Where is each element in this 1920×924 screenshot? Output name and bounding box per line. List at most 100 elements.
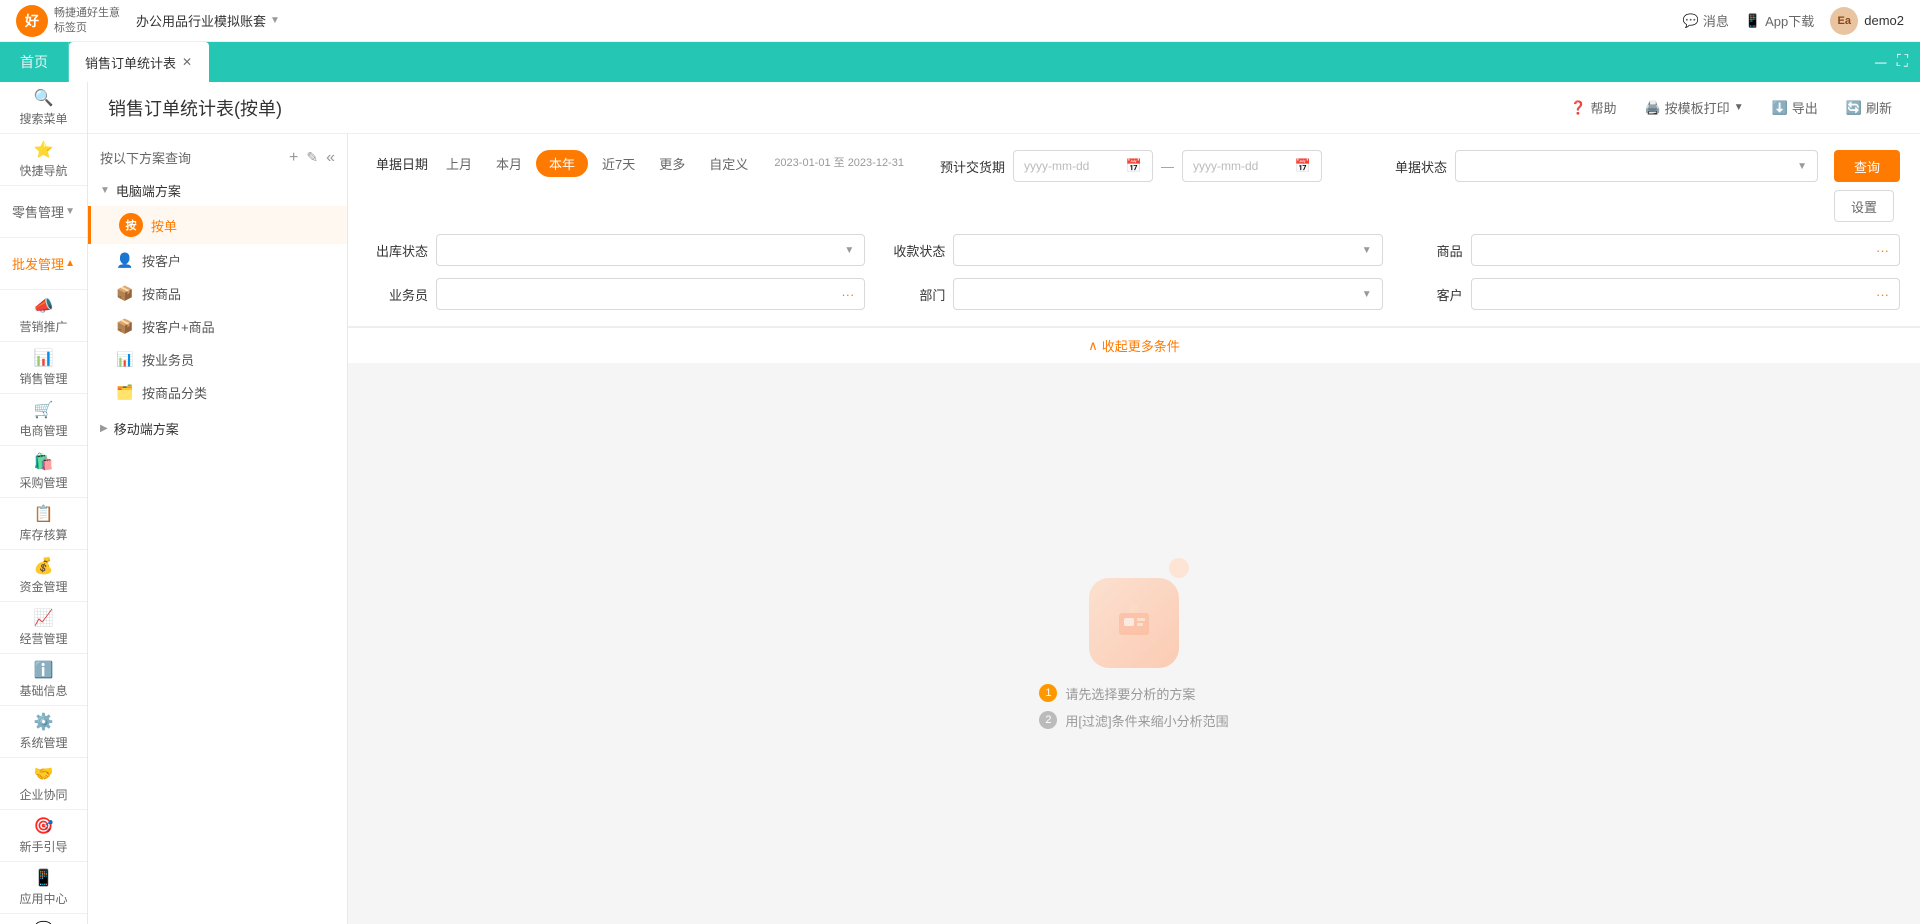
sidebar-item-newbie[interactable]: 🎯 新手引导	[0, 810, 87, 862]
empty-illustration	[1069, 558, 1199, 668]
sidebar-item-marketing[interactable]: 📣 营销推广	[0, 290, 87, 342]
product-input[interactable]: ···	[1471, 234, 1900, 266]
help-icon: ❓	[1570, 100, 1586, 116]
scheme-group-mobile: ▶ 移动端方案	[88, 413, 347, 444]
sidebar-item-purchase[interactable]: 🛍️ 采购管理	[0, 446, 87, 498]
sidebar-item-app-center[interactable]: 📱 应用中心	[0, 862, 87, 914]
expected-delivery-start[interactable]: yyyy-mm-dd 📅	[1013, 150, 1153, 182]
user-profile[interactable]: Ea demo2	[1830, 7, 1904, 35]
sidebar-item-wholesale[interactable]: 批发管理 ▲	[0, 238, 87, 290]
salesperson-input[interactable]: ···	[436, 278, 865, 310]
scheme-item-by-customer[interactable]: 👤 按客户	[88, 244, 347, 277]
customer-input[interactable]: ···	[1471, 278, 1900, 310]
edit-scheme-button[interactable]: ✎	[306, 149, 318, 167]
date-btn-custom[interactable]: 自定义	[699, 150, 758, 177]
product-ellipsis[interactable]: ···	[1876, 243, 1889, 258]
sidebar-item-operation[interactable]: 📈 经营管理	[0, 602, 87, 654]
tab-close-icon[interactable]: ✕	[182, 55, 192, 69]
maximize-icon[interactable]: ⛶	[1897, 53, 1908, 71]
scheme-item-by-salesperson[interactable]: 📊 按业务员	[88, 343, 347, 376]
user-name: demo2	[1864, 13, 1904, 28]
department-select[interactable]: ▼	[953, 278, 1382, 310]
date-btn-this-year[interactable]: 本年	[536, 150, 588, 177]
sidebar-item-basic[interactable]: ℹ️ 基础信息	[0, 654, 87, 706]
app-download-action[interactable]: 📱 App下载	[1745, 11, 1814, 30]
sidebar: 🔍 搜索菜单 ⭐ 快捷导航 零售管理 ▼ 批发管理 ▲ 📣 营销推广 📊 销售管…	[0, 82, 88, 924]
illustration-decoration	[1169, 558, 1199, 588]
enterprise-icon: 🤝	[34, 764, 54, 784]
empty-tips: 1 请先选择要分析的方案 2 用[过滤]条件来缩小分析范围	[1039, 684, 1228, 730]
sidebar-item-sales-mgmt[interactable]: 📊 销售管理	[0, 342, 87, 394]
scheme-group-title-mobile[interactable]: ▶ 移动端方案	[88, 413, 347, 444]
chevron-down-icon: ▼	[1797, 161, 1807, 172]
collection-status-cell: 收款状态 ▼	[885, 234, 1382, 266]
main-split: 按以下方案查询 + ✎ « ▼ 电脑端方案 按 按单	[88, 134, 1920, 924]
page-header: 销售订单统计表(按单) ❓ 帮助 🖨️ 按模板打印 ▼ ⬇️ 导出 🔄 刷新	[88, 82, 1920, 134]
message-action[interactable]: 💬 消息	[1683, 11, 1729, 30]
filter-row-2: 出库状态 ▼ 收款状态 ▼	[368, 234, 1900, 266]
wechat-icon: 💬	[34, 920, 54, 924]
tab-home[interactable]: 首页	[0, 42, 69, 82]
sidebar-item-ecommerce[interactable]: 🛒 电商管理	[0, 394, 87, 446]
collapse-bar[interactable]: ∧ 请先选择要分析的方案 收起更多条件	[348, 327, 1920, 363]
cust-product-icon: 📦	[116, 318, 134, 335]
delivery-status-label: 出库状态	[368, 241, 428, 260]
export-button[interactable]: ⬇️ 导出	[1764, 94, 1826, 121]
sidebar-item-retail[interactable]: 零售管理 ▼	[0, 186, 87, 238]
illustration-box	[1089, 578, 1179, 668]
logo-icon: 好	[16, 5, 48, 37]
date-btn-this-month[interactable]: 本月	[486, 150, 532, 177]
company-selector[interactable]: 办公用品行业模拟账套 ▼	[128, 7, 288, 34]
collapse-panel-button[interactable]: «	[326, 149, 335, 167]
left-panel-header: 按以下方案查询 + ✎ «	[88, 144, 347, 175]
help-button[interactable]: ❓ 帮助	[1562, 94, 1624, 121]
print-icon: 🖨️	[1644, 100, 1660, 116]
marketing-icon: 📣	[34, 296, 54, 316]
order-status-select[interactable]: ▼	[1455, 150, 1818, 182]
scheme-group-title-pc[interactable]: ▼ 电脑端方案	[88, 175, 347, 206]
sidebar-item-enterprise[interactable]: 🤝 企业协同	[0, 758, 87, 810]
department-cell: 部门 ▼	[885, 278, 1382, 310]
action-buttons: 查询 设置	[1834, 150, 1900, 222]
add-scheme-button[interactable]: +	[289, 149, 298, 167]
operation-icon: 📈	[34, 608, 54, 628]
tab-sales-order-stat[interactable]: 销售订单统计表 ✕	[69, 42, 209, 82]
sidebar-item-search[interactable]: 🔍 搜索菜单	[0, 82, 87, 134]
app-download-icon: 📱	[1745, 13, 1761, 29]
scheme-item-by-order[interactable]: 按 按单	[88, 206, 347, 244]
settings-button[interactable]: 设置	[1834, 190, 1894, 222]
chevron-down-icon: ▼	[1362, 245, 1372, 256]
sales-icon: 📊	[34, 348, 54, 368]
content-area: 销售订单统计表(按单) ❓ 帮助 🖨️ 按模板打印 ▼ ⬇️ 导出 🔄 刷新	[88, 82, 1920, 924]
template-print-button[interactable]: 🖨️ 按模板打印 ▼	[1636, 94, 1751, 121]
delivery-status-select[interactable]: ▼	[436, 234, 865, 266]
illustration-svg	[1109, 598, 1159, 648]
star-icon: ⭐	[34, 140, 54, 160]
search-button[interactable]: 查询	[1834, 150, 1900, 182]
sidebar-item-inventory[interactable]: 📋 库存核算	[0, 498, 87, 550]
expected-delivery-end[interactable]: yyyy-mm-dd 📅	[1182, 150, 1322, 182]
refresh-button[interactable]: 🔄 刷新	[1838, 94, 1900, 121]
sidebar-item-wechat[interactable]: 💬 企业微信	[0, 914, 87, 924]
order-status-label: 单据状态	[1387, 157, 1447, 176]
sidebar-item-quick-nav[interactable]: ⭐ 快捷导航	[0, 134, 87, 186]
date-btn-more[interactable]: 更多	[649, 150, 695, 177]
salesperson-ellipsis[interactable]: ···	[841, 287, 854, 302]
minimize-icon[interactable]: －	[1873, 50, 1889, 74]
date-btn-last-month[interactable]: 上月	[436, 150, 482, 177]
customer-label: 客户	[1403, 285, 1463, 304]
collection-status-select[interactable]: ▼	[953, 234, 1382, 266]
date-btn-last-7[interactable]: 近7天	[592, 150, 645, 177]
scheme-item-by-cust-product[interactable]: 📦 按客户+商品	[88, 310, 347, 343]
scheme-item-by-product[interactable]: 📦 按商品	[88, 277, 347, 310]
chevron-down-icon: ▼	[100, 185, 110, 196]
salesperson-label: 业务员	[368, 285, 428, 304]
filter-row-3: 业务员 ··· 部门 ▼	[368, 278, 1900, 310]
scheme-item-by-product-cat[interactable]: 🗂️ 按商品分类	[88, 376, 347, 409]
sidebar-item-finance[interactable]: 💰 资金管理	[0, 550, 87, 602]
left-panel: 按以下方案查询 + ✎ « ▼ 电脑端方案 按 按单	[88, 134, 348, 924]
sidebar-item-system[interactable]: ⚙️ 系统管理	[0, 706, 87, 758]
newbie-icon: 🎯	[34, 816, 54, 836]
customer-ellipsis[interactable]: ···	[1876, 287, 1889, 302]
chevron-right-icon: ▶	[100, 423, 108, 434]
